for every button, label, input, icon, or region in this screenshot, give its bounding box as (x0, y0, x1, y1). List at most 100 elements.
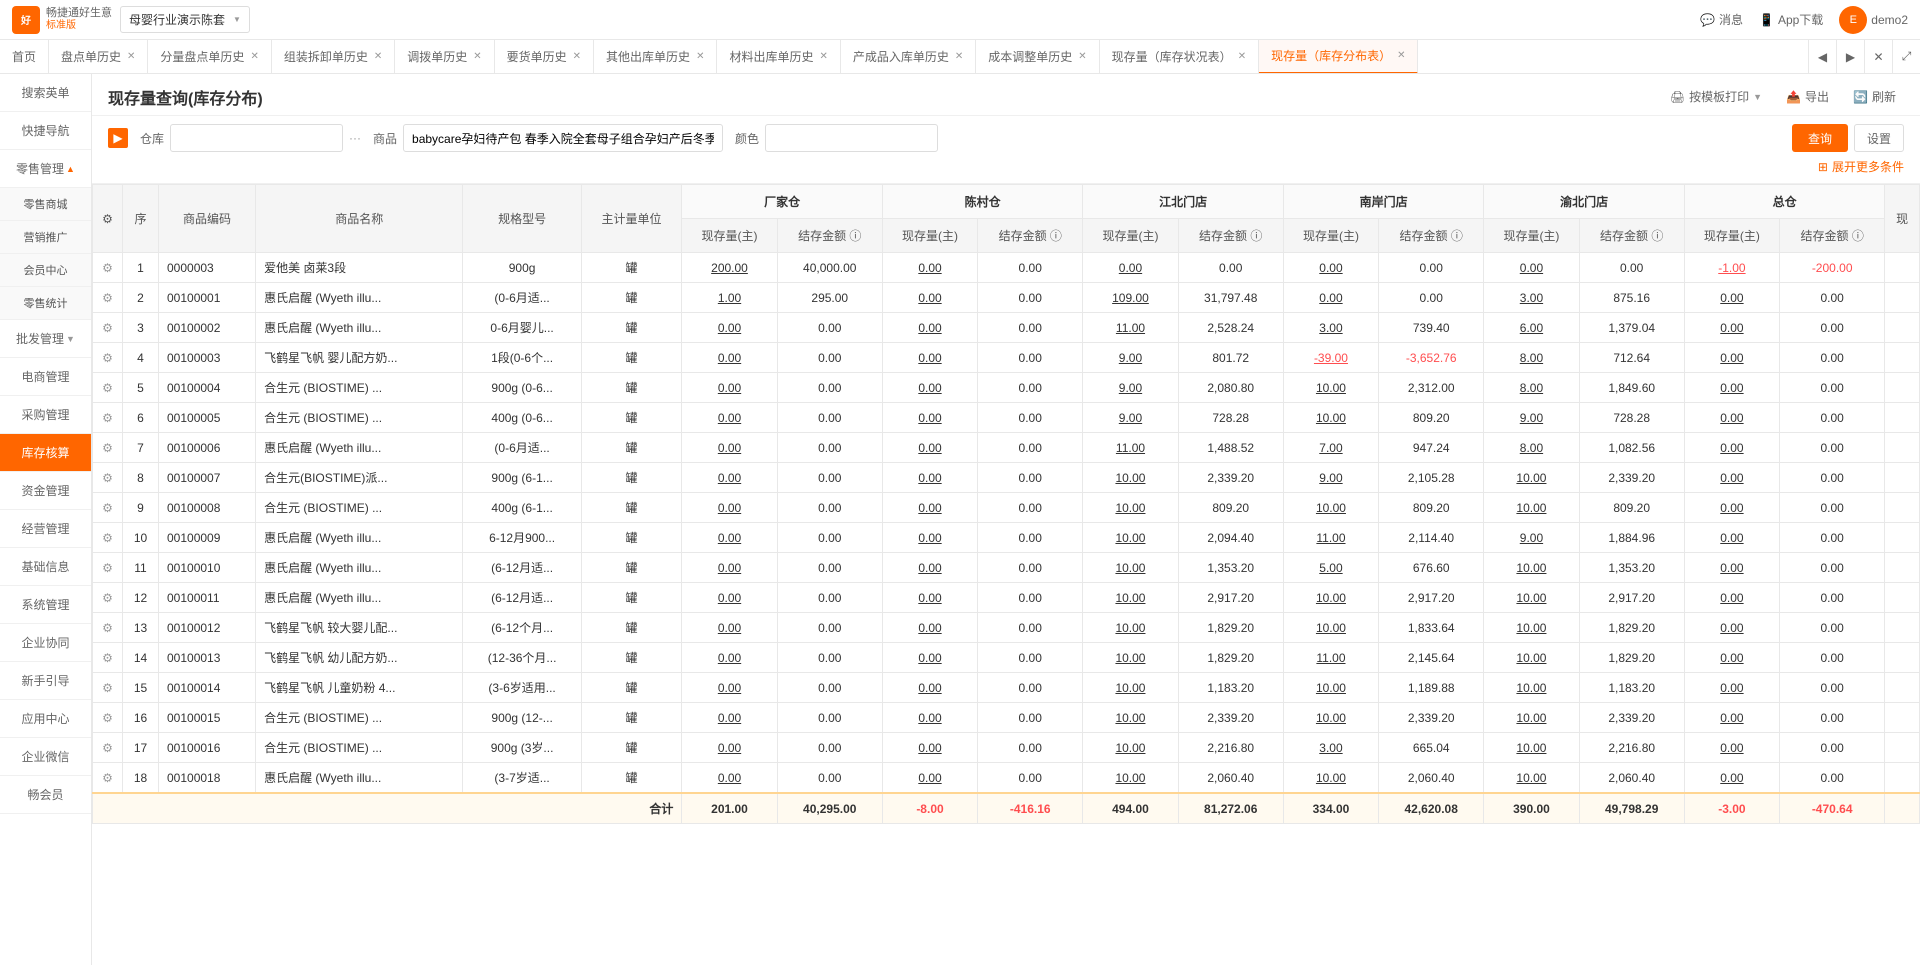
row-total-qty[interactable]: 0.00 (1684, 433, 1779, 463)
row-c1-qty[interactable]: 0.00 (682, 373, 777, 403)
sidebar-item-nav[interactable]: 快捷导航 (0, 112, 91, 150)
row-c5-qty[interactable]: 10.00 (1484, 583, 1579, 613)
row-c1-qty[interactable]: 0.00 (682, 343, 777, 373)
row-c5-qty[interactable]: 10.00 (1484, 493, 1579, 523)
row-c1-qty[interactable]: 0.00 (682, 643, 777, 673)
row-total-qty[interactable]: 0.00 (1684, 583, 1779, 613)
row-c1-qty[interactable]: 0.00 (682, 403, 777, 433)
row-total-qty[interactable]: 0.00 (1684, 283, 1779, 313)
row-c1-qty[interactable]: 0.00 (682, 313, 777, 343)
row-c1-qty[interactable]: 1.00 (682, 283, 777, 313)
tab-close-all-btn[interactable]: ✕ (1864, 40, 1892, 74)
tab-close-4[interactable]: ✕ (473, 51, 481, 62)
sidebar-item-operation[interactable]: 经营管理 (0, 510, 91, 548)
row-total-qty[interactable]: 0.00 (1684, 733, 1779, 763)
row-c1-qty[interactable]: 0.00 (682, 433, 777, 463)
row-settings[interactable]: ⚙ (93, 463, 123, 493)
company-selector[interactable]: 母婴行业演示陈套 (120, 6, 250, 33)
row-c2-qty[interactable]: 0.00 (882, 643, 977, 673)
sidebar-item-inventory[interactable]: 库存核算 (0, 434, 91, 472)
app-download-btn[interactable]: 📱 App下载 (1759, 11, 1823, 28)
row-c2-qty[interactable]: 0.00 (882, 733, 977, 763)
row-c3-qty[interactable]: 10.00 (1083, 703, 1178, 733)
tab-expand-btn[interactable]: ⤢ (1892, 40, 1920, 74)
row-c1-qty[interactable]: 0.00 (682, 703, 777, 733)
row-c4-qty[interactable]: 10.00 (1283, 403, 1378, 433)
row-c2-qty[interactable]: 0.00 (882, 493, 977, 523)
row-c4-qty[interactable]: 10.00 (1283, 703, 1378, 733)
row-c2-qty[interactable]: 0.00 (882, 583, 977, 613)
sidebar-item-guide[interactable]: 新手引导 (0, 662, 91, 700)
row-c4-qty[interactable]: 10.00 (1283, 763, 1378, 794)
row-c5-qty[interactable]: 0.00 (1484, 253, 1579, 283)
row-c3-qty[interactable]: 10.00 (1083, 733, 1178, 763)
row-c2-qty[interactable]: 0.00 (882, 523, 977, 553)
row-c2-qty[interactable]: 0.00 (882, 703, 977, 733)
row-c2-qty[interactable]: 0.00 (882, 463, 977, 493)
row-settings[interactable]: ⚙ (93, 283, 123, 313)
row-settings[interactable]: ⚙ (93, 673, 123, 703)
row-c3-qty[interactable]: 10.00 (1083, 553, 1178, 583)
tab-close-5[interactable]: ✕ (573, 51, 581, 62)
user-menu[interactable]: E demo2 (1839, 6, 1908, 34)
sidebar-item-collab[interactable]: 企业协同 (0, 624, 91, 662)
row-c2-qty[interactable]: 0.00 (882, 313, 977, 343)
sidebar-item-wechat[interactable]: 企业微信 (0, 738, 91, 776)
row-c1-qty[interactable]: 0.00 (682, 583, 777, 613)
row-c1-qty[interactable]: 0.00 (682, 673, 777, 703)
row-c2-qty[interactable]: 0.00 (882, 343, 977, 373)
row-c2-qty[interactable]: 0.00 (882, 673, 977, 703)
row-total-qty[interactable]: 0.00 (1684, 553, 1779, 583)
sidebar-item-retail-stat[interactable]: 零售统计 (0, 287, 91, 320)
row-total-qty[interactable]: 0.00 (1684, 493, 1779, 523)
row-total-qty[interactable]: 0.00 (1684, 523, 1779, 553)
tab-close-9[interactable]: ✕ (1078, 51, 1086, 62)
row-total-qty[interactable]: -1.00 (1684, 253, 1779, 283)
row-c3-qty[interactable]: 11.00 (1083, 313, 1178, 343)
row-c4-qty[interactable]: 10.00 (1283, 373, 1378, 403)
row-c2-qty[interactable]: 0.00 (882, 253, 977, 283)
row-total-qty[interactable]: 0.00 (1684, 613, 1779, 643)
sidebar-item-search[interactable]: 搜索英单 (0, 74, 91, 112)
row-settings[interactable]: ⚙ (93, 403, 123, 433)
sidebar-item-ecommerce[interactable]: 电商管理 (0, 358, 91, 396)
row-settings[interactable]: ⚙ (93, 763, 123, 794)
tab-close-10[interactable]: ✕ (1238, 51, 1246, 62)
row-c2-qty[interactable]: 0.00 (882, 613, 977, 643)
tab-close-7[interactable]: ✕ (819, 51, 827, 62)
row-c3-qty[interactable]: 10.00 (1083, 523, 1178, 553)
tab-item-1[interactable]: 盘点单历史 ✕ (49, 40, 148, 74)
sidebar-item-purchase[interactable]: 采购管理 (0, 396, 91, 434)
sidebar-item-apps[interactable]: 应用中心 (0, 700, 91, 738)
row-c2-qty[interactable]: 0.00 (882, 283, 977, 313)
tab-close-11[interactable]: ✕ (1397, 50, 1405, 61)
tab-item-10[interactable]: 现存量（库存状况表）✕ (1100, 40, 1259, 74)
row-settings[interactable]: ⚙ (93, 523, 123, 553)
row-c5-qty[interactable]: 9.00 (1484, 523, 1579, 553)
tab-prev-btn[interactable]: ◀ (1808, 40, 1836, 74)
row-c1-qty[interactable]: 0.00 (682, 463, 777, 493)
print-btn[interactable]: 🖨 按模板打印 ▼ (1662, 84, 1770, 109)
row-settings[interactable]: ⚙ (93, 553, 123, 583)
row-c2-qty[interactable]: 0.00 (882, 553, 977, 583)
row-c2-qty[interactable]: 0.00 (882, 403, 977, 433)
tab-item-2[interactable]: 分量盘点单历史 ✕ (148, 40, 271, 74)
tab-item-3[interactable]: 组装拆卸单历史 ✕ (272, 40, 395, 74)
row-total-qty[interactable]: 0.00 (1684, 313, 1779, 343)
warehouse-input[interactable] (170, 124, 343, 152)
row-total-qty[interactable]: 0.00 (1684, 703, 1779, 733)
goods-input[interactable] (403, 124, 723, 152)
row-settings[interactable]: ⚙ (93, 253, 123, 283)
row-c4-qty[interactable]: 10.00 (1283, 583, 1378, 613)
tab-item-8[interactable]: 产成品入库单历史 ✕ (841, 40, 976, 74)
sidebar-item-finance[interactable]: 资金管理 (0, 472, 91, 510)
tab-item-6[interactable]: 其他出库单历史 ✕ (594, 40, 717, 74)
row-c3-qty[interactable]: 10.00 (1083, 493, 1178, 523)
row-c5-qty[interactable]: 8.00 (1484, 373, 1579, 403)
row-c3-qty[interactable]: 9.00 (1083, 343, 1178, 373)
row-c4-qty[interactable]: 9.00 (1283, 463, 1378, 493)
sidebar-item-vip[interactable]: 畅会员 (0, 776, 91, 814)
row-c4-qty[interactable]: 5.00 (1283, 553, 1378, 583)
row-c5-qty[interactable]: 10.00 (1484, 463, 1579, 493)
row-total-qty[interactable]: 0.00 (1684, 763, 1779, 794)
